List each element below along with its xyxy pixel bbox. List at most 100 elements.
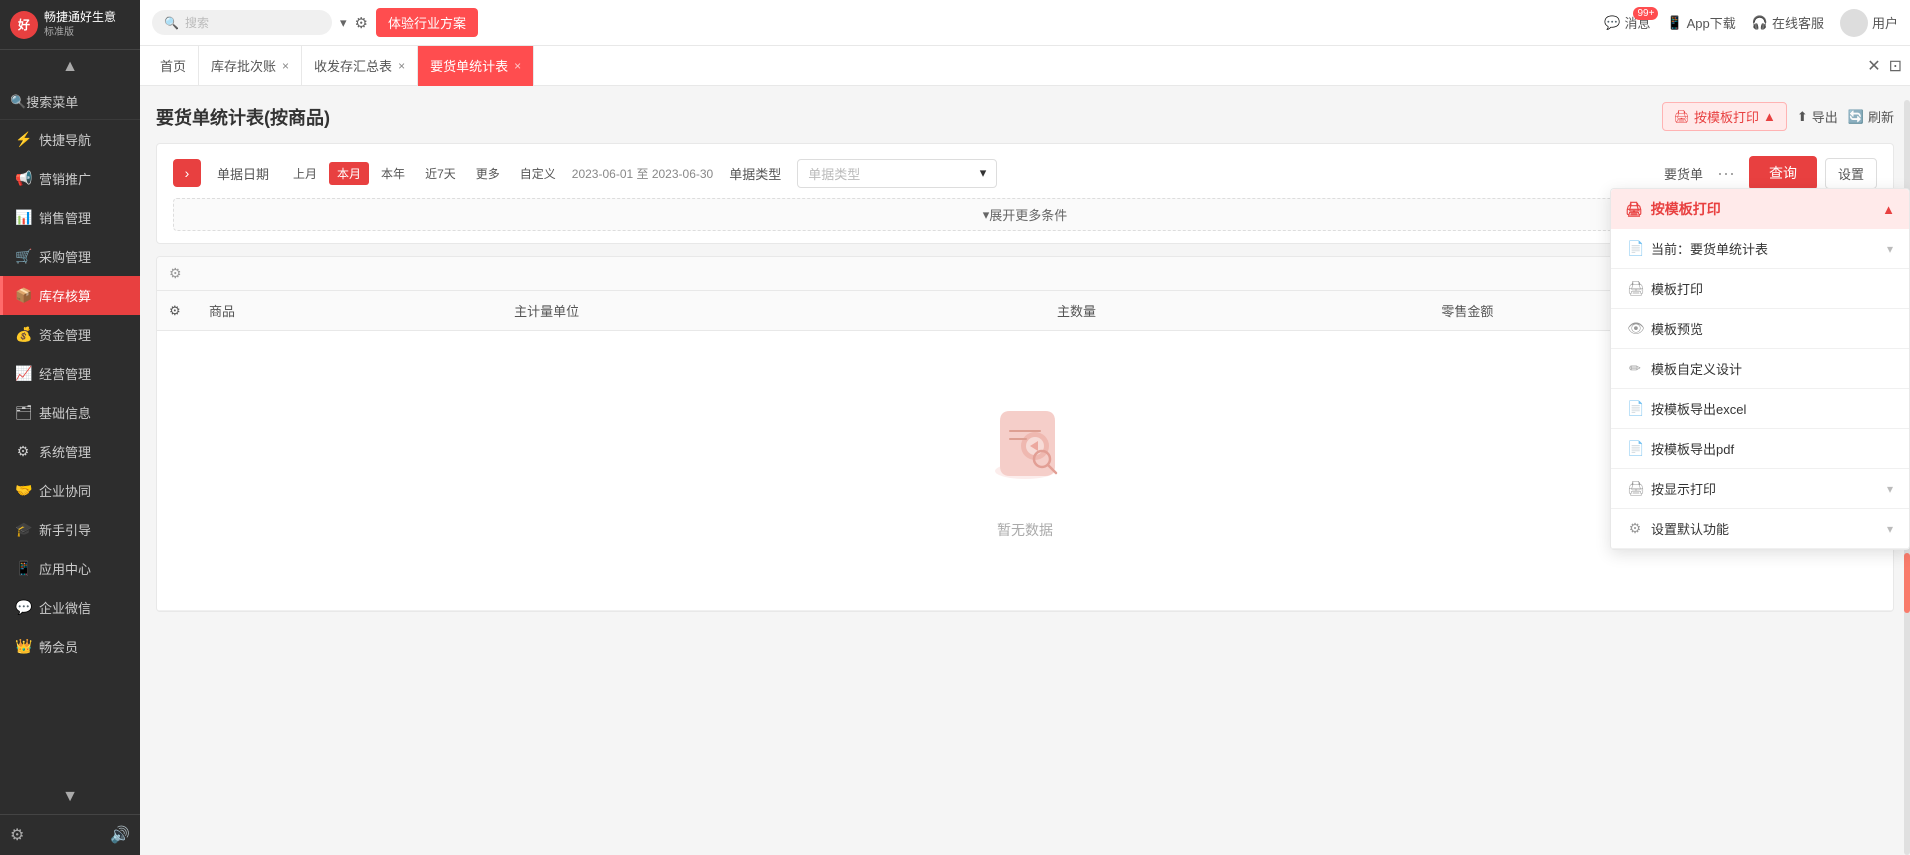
footer-audio-icon[interactable]: 🔊 bbox=[110, 825, 130, 845]
more-options-icon[interactable]: ··· bbox=[1711, 163, 1741, 184]
col-settings-icon: ⚙ bbox=[169, 303, 181, 318]
sidebar-search-label: 搜索菜单 bbox=[26, 92, 78, 111]
sidebar-item-label: 营销推广 bbox=[39, 169, 91, 188]
empty-illustration bbox=[980, 401, 1070, 508]
sidebar-item-label: 销售管理 bbox=[39, 208, 91, 227]
sidebar-item-label: 企业微信 bbox=[39, 598, 91, 617]
dropdown-template-custom-item[interactable]: ✏ 模板自定义设计 bbox=[1611, 349, 1909, 388]
tab-batch-account[interactable]: 库存批次账 × bbox=[199, 46, 302, 86]
page-header: 要货单统计表(按商品) 🖨 按模板打印 ▲ ⬆ 导出 🔄 刷新 bbox=[156, 102, 1894, 131]
filter-expand-btn[interactable]: › bbox=[173, 159, 201, 187]
date-opt-this-month[interactable]: 本月 bbox=[329, 162, 369, 185]
collab-icon: 🤝 bbox=[15, 482, 31, 499]
tab-maximize-icon[interactable]: ⊡ bbox=[1889, 56, 1902, 76]
dropdown-export-excel-item[interactable]: 📄 按模板导出excel bbox=[1611, 389, 1909, 428]
date-opt-more[interactable]: 更多 bbox=[468, 162, 508, 185]
date-opt-7days[interactable]: 近7天 bbox=[417, 162, 464, 185]
messages-badge: 99+ bbox=[1633, 7, 1658, 20]
display-print-icon: 🖨 bbox=[1627, 480, 1643, 497]
tab-order-stats-close-icon[interactable]: × bbox=[514, 59, 521, 73]
sidebar-item-basic[interactable]: 🗂 基础信息 bbox=[0, 393, 140, 432]
refresh-label: 刷新 bbox=[1868, 107, 1894, 126]
sidebar-item-system[interactable]: ⚙ 系统管理 bbox=[0, 432, 140, 471]
sidebar-item-member[interactable]: 👑 畅会员 bbox=[0, 627, 140, 666]
filter-actions: 要货单 ··· 查询 设置 bbox=[1664, 156, 1877, 190]
tab-close-window-icon[interactable]: ✕ bbox=[1867, 56, 1880, 76]
footer-settings-icon[interactable]: ⚙ bbox=[10, 825, 24, 845]
dropdown-current-item[interactable]: 📄 当前：要货单统计表 ▾ bbox=[1611, 229, 1909, 268]
tabs-bar: 首页 库存批次账 × 收发存汇总表 × 要货单统计表 × ✕ ⊡ bbox=[140, 46, 1910, 86]
dropdown-display-print-item[interactable]: 🖨 按显示打印 ▾ bbox=[1611, 469, 1909, 508]
topbar-dropdown-btn[interactable]: ▾ bbox=[340, 15, 347, 31]
quick-nav-icon: ⚡ bbox=[15, 131, 31, 148]
date-opt-custom[interactable]: 自定义 bbox=[512, 162, 564, 185]
sidebar-item-operation[interactable]: 📈 经营管理 bbox=[0, 354, 140, 393]
date-opt-last-month[interactable]: 上月 bbox=[285, 162, 325, 185]
sidebar-item-label: 企业协同 bbox=[39, 481, 91, 500]
tab-home[interactable]: 首页 bbox=[148, 46, 199, 86]
scroll-up-btn[interactable]: ▲ bbox=[58, 54, 82, 80]
sidebar-item-marketing[interactable]: 📢 营销推广 bbox=[0, 159, 140, 198]
sidebar-search[interactable]: 🔍 搜索菜单 bbox=[0, 84, 140, 120]
sidebar-item-guide[interactable]: 🎓 新手引导 bbox=[0, 510, 140, 549]
type-filter-select[interactable]: 单据类型 ▾ bbox=[797, 159, 997, 188]
export-pdf-icon: 📄 bbox=[1627, 440, 1643, 457]
dropdown-set-default-item[interactable]: ⚙ 设置默认功能 ▾ bbox=[1611, 509, 1909, 548]
content-area: 要货单统计表(按商品) 🖨 按模板打印 ▲ ⬆ 导出 🔄 刷新 bbox=[140, 86, 1910, 855]
app-download-label: App下载 bbox=[1687, 13, 1736, 32]
export-label: 导出 bbox=[1812, 107, 1838, 126]
sidebar-item-quick-nav[interactable]: ⚡ 快捷导航 bbox=[0, 120, 140, 159]
trial-btn[interactable]: 体验行业方案 bbox=[376, 8, 478, 37]
tab-receipt-summary-close-icon[interactable]: × bbox=[398, 59, 405, 73]
topbar-search-box[interactable]: 🔍 搜索 bbox=[152, 10, 332, 35]
query-btn[interactable]: 查询 bbox=[1749, 156, 1817, 190]
dropdown-current-label: 当前：要货单统计表 bbox=[1651, 239, 1768, 258]
scroll-down-btn[interactable]: ▼ bbox=[58, 784, 82, 810]
dropdown-chevron-icon: ▾ bbox=[340, 15, 347, 31]
messages-btn[interactable]: 💬 消息 99+ bbox=[1604, 13, 1650, 32]
sidebar-nav: ⚡ 快捷导航 📢 营销推广 📊 销售管理 🛒 采购管理 📦 库存核算 💰 资金管… bbox=[0, 120, 140, 780]
print-dropdown-title: 按模板打印 bbox=[1651, 199, 1721, 219]
search-icon: 🔍 bbox=[164, 16, 179, 30]
marketing-icon: 📢 bbox=[15, 170, 31, 187]
tab-order-stats[interactable]: 要货单统计表 × bbox=[418, 46, 534, 86]
sidebar-item-sales[interactable]: 📊 销售管理 bbox=[0, 198, 140, 237]
user-avatar-btn[interactable]: 用户 bbox=[1840, 9, 1898, 37]
dropdown-template-preview-item[interactable]: 👁 模板预览 bbox=[1611, 309, 1909, 348]
tab-receipt-summary[interactable]: 收发存汇总表 × bbox=[302, 46, 418, 86]
page-title: 要货单统计表(按商品) bbox=[156, 104, 330, 130]
online-service-btn[interactable]: 🎧 在线客服 bbox=[1752, 13, 1824, 32]
topbar-left: 🔍 搜索 ▾ ⚙ 体验行业方案 bbox=[152, 8, 478, 37]
set-default-icon: ⚙ bbox=[1627, 520, 1643, 537]
export-btn[interactable]: ⬆ 导出 bbox=[1797, 107, 1838, 126]
dropdown-current-left: 📄 当前：要货单统计表 bbox=[1627, 239, 1768, 258]
tab-order-stats-label: 要货单统计表 bbox=[430, 56, 508, 75]
sidebar-item-purchase[interactable]: 🛒 采购管理 bbox=[0, 237, 140, 276]
sidebar-scroll-down[interactable]: ▼ bbox=[0, 780, 140, 814]
dropdown-current-section: 📄 当前：要货单统计表 ▾ bbox=[1611, 229, 1909, 269]
topbar-settings-icon[interactable]: ⚙ bbox=[355, 14, 368, 32]
sidebar-scroll-up[interactable]: ▲ bbox=[0, 50, 140, 84]
sidebar-item-appstore[interactable]: 📱 应用中心 bbox=[0, 549, 140, 588]
dropdown-template-print-left: 🖨 模板打印 bbox=[1627, 279, 1703, 298]
sidebar-item-wechat[interactable]: 💬 企业微信 bbox=[0, 588, 140, 627]
print-template-btn[interactable]: 🖨 按模板打印 ▲ bbox=[1662, 102, 1786, 131]
scroll-thumb[interactable] bbox=[1904, 553, 1910, 613]
print-dropdown-collapse-icon[interactable]: ▲ bbox=[1882, 202, 1895, 217]
refresh-btn[interactable]: 🔄 刷新 bbox=[1848, 107, 1894, 126]
date-opt-this-year[interactable]: 本年 bbox=[373, 162, 413, 185]
basic-icon: 🗂 bbox=[15, 404, 31, 421]
dropdown-template-print-item[interactable]: 🖨 模板打印 bbox=[1611, 269, 1909, 308]
table-settings-icon[interactable]: ⚙ bbox=[169, 265, 182, 282]
online-service-label: 在线客服 bbox=[1772, 13, 1824, 32]
sidebar-item-finance[interactable]: 💰 资金管理 bbox=[0, 315, 140, 354]
sidebar-item-inventory[interactable]: 📦 库存核算 bbox=[0, 276, 140, 315]
current-doc-icon: 📄 bbox=[1627, 240, 1643, 257]
sidebar-item-collab[interactable]: 🤝 企业协同 bbox=[0, 471, 140, 510]
template-custom-icon: ✏ bbox=[1627, 360, 1643, 377]
tab-batch-account-close-icon[interactable]: × bbox=[282, 59, 289, 73]
export-excel-icon: 📄 bbox=[1627, 400, 1643, 417]
app-download-btn[interactable]: 📱 App下载 bbox=[1666, 13, 1735, 32]
setting-btn[interactable]: 设置 bbox=[1825, 158, 1877, 189]
dropdown-export-pdf-item[interactable]: 📄 按模板导出pdf bbox=[1611, 429, 1909, 468]
